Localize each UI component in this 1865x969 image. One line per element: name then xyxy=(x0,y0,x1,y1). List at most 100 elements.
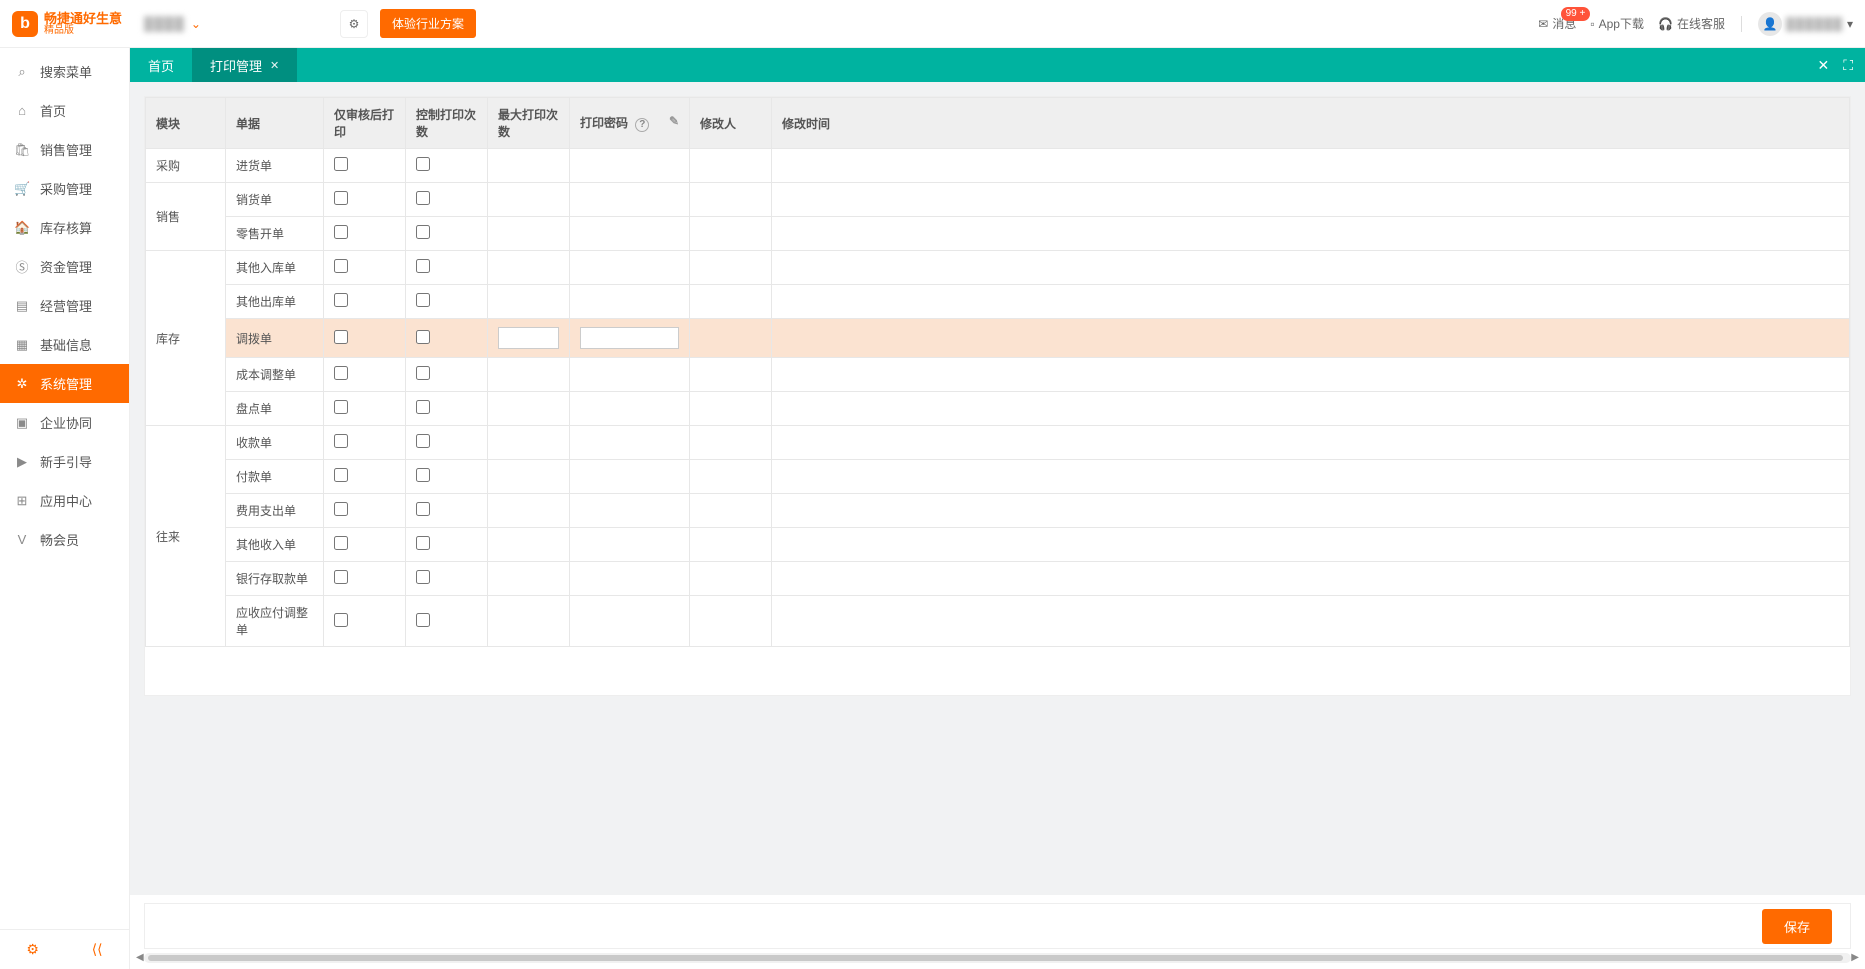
sidebar-item[interactable]: ▶新手引导 xyxy=(0,442,129,481)
limit-count-checkbox[interactable] xyxy=(416,613,430,627)
tab-bar: 首页打印管理✕ ✕ ⛶ xyxy=(130,48,1865,82)
col-modifier: 修改人 xyxy=(690,98,772,149)
avatar-icon: 👤 xyxy=(1758,12,1782,36)
audit-only-checkbox[interactable] xyxy=(334,613,348,627)
audit-only-checkbox[interactable] xyxy=(334,570,348,584)
message-badge: 99 + xyxy=(1561,7,1591,21)
sidebar-item[interactable]: ⌂首页 xyxy=(0,91,129,130)
modifier-cell xyxy=(690,358,772,392)
audit-only-checkbox[interactable] xyxy=(334,330,348,344)
max-count-cell xyxy=(488,358,570,392)
panel: 模块 单据 仅审核后打印 控制打印次数 最大打印次数 打印密码 ? ✎ xyxy=(144,96,1851,696)
sidebar-item[interactable]: ▤经营管理 xyxy=(0,286,129,325)
audit-only-checkbox[interactable] xyxy=(334,157,348,171)
main: 首页打印管理✕ ✕ ⛶ 模块 单据 仅 xyxy=(130,48,1865,969)
sidebar-icon: 🛍 xyxy=(14,142,30,158)
max-count-input[interactable] xyxy=(498,327,559,349)
audit-only-checkbox[interactable] xyxy=(334,468,348,482)
doc-name-cell: 其他入库单 xyxy=(226,251,324,285)
limit-count-checkbox[interactable] xyxy=(416,191,430,205)
tab-label: 首页 xyxy=(148,56,174,75)
limit-count-checkbox[interactable] xyxy=(416,259,430,273)
sidebar-item[interactable]: 🏠库存核算 xyxy=(0,208,129,247)
gear-icon[interactable]: ⚙ xyxy=(26,941,39,958)
modified-at-cell xyxy=(772,562,1850,596)
doc-name-cell: 进货单 xyxy=(226,149,324,183)
limit-count-checkbox[interactable] xyxy=(416,468,430,482)
audit-only-checkbox[interactable] xyxy=(334,502,348,516)
table-row: 盘点单 xyxy=(146,392,1850,426)
tab[interactable]: 打印管理✕ xyxy=(192,48,297,82)
tab[interactable]: 首页 xyxy=(130,48,192,82)
modified-at-cell xyxy=(772,494,1850,528)
horizontal-scrollbar[interactable]: ◀ ▶ xyxy=(144,953,1851,963)
help-icon[interactable]: ? xyxy=(635,118,649,132)
doc-name-cell: 收款单 xyxy=(226,426,324,460)
max-count-cell xyxy=(488,528,570,562)
scroll-right-icon[interactable]: ▶ xyxy=(1851,952,1859,963)
fullscreen-icon[interactable]: ⛶ xyxy=(1843,57,1853,74)
audit-only-checkbox[interactable] xyxy=(334,366,348,380)
max-count-cell xyxy=(488,183,570,217)
limit-count-checkbox[interactable] xyxy=(416,502,430,516)
modifier-cell xyxy=(690,494,772,528)
sidebar-icon: ⊞ xyxy=(14,493,30,509)
company-selector[interactable]: ████ ⌄ xyxy=(144,16,334,31)
sidebar-item[interactable]: V畅会员 xyxy=(0,520,129,559)
sidebar-item[interactable]: 🛍销售管理 xyxy=(0,130,129,169)
user-menu[interactable]: 👤 ██████ ▾ xyxy=(1758,12,1853,36)
online-support-link[interactable]: 🎧 在线客服 xyxy=(1658,15,1725,32)
messages-link[interactable]: ✉ 消息 99 + xyxy=(1538,15,1576,32)
limit-count-checkbox[interactable] xyxy=(416,293,430,307)
doc-name-cell: 盘点单 xyxy=(226,392,324,426)
password-cell xyxy=(570,426,690,460)
sidebar-item[interactable]: 🛒采购管理 xyxy=(0,169,129,208)
audit-only-checkbox[interactable] xyxy=(334,400,348,414)
sidebar-item[interactable]: ⊞应用中心 xyxy=(0,481,129,520)
module-cell: 采购 xyxy=(146,149,226,183)
industry-solution-button[interactable]: 体验行业方案 xyxy=(380,9,476,38)
sidebar-item[interactable]: ⌕搜索菜单 xyxy=(0,52,129,91)
module-cell: 销售 xyxy=(146,183,226,251)
max-count-cell xyxy=(488,319,570,358)
limit-count-checkbox[interactable] xyxy=(416,225,430,239)
settings-icon[interactable]: ⚙ xyxy=(340,10,368,38)
modifier-cell xyxy=(690,251,772,285)
audit-only-checkbox[interactable] xyxy=(334,293,348,307)
col-module: 模块 xyxy=(146,98,226,149)
sidebar-item[interactable]: ▦基础信息 xyxy=(0,325,129,364)
table-row: 零售开单 xyxy=(146,217,1850,251)
audit-only-checkbox[interactable] xyxy=(334,259,348,273)
close-all-tabs-icon[interactable]: ✕ xyxy=(1817,57,1829,74)
limit-count-checkbox[interactable] xyxy=(416,434,430,448)
modifier-cell xyxy=(690,528,772,562)
scroll-left-icon[interactable]: ◀ xyxy=(136,952,144,963)
audit-only-checkbox[interactable] xyxy=(334,434,348,448)
sidebar-item-label: 基础信息 xyxy=(40,335,92,354)
header-right: ✉ 消息 99 + ▫ App下载 🎧 在线客服 👤 ██████ ▾ xyxy=(1538,12,1853,36)
audit-only-checkbox[interactable] xyxy=(334,191,348,205)
sidebar-item[interactable]: ▣企业协同 xyxy=(0,403,129,442)
limit-count-checkbox[interactable] xyxy=(416,400,430,414)
limit-count-checkbox[interactable] xyxy=(416,157,430,171)
edit-icon[interactable]: ✎ xyxy=(669,114,679,128)
table-body: 采购进货单销售销货单零售开单库存其他入库单其他出库单调拨单成本调整单盘点单往来收… xyxy=(146,149,1850,647)
sidebar-icon: 🏠 xyxy=(14,220,30,236)
audit-only-checkbox[interactable] xyxy=(334,225,348,239)
sidebar-item-label: 企业协同 xyxy=(40,413,92,432)
app-download-link[interactable]: ▫ App下载 xyxy=(1590,15,1644,32)
password-input[interactable] xyxy=(580,327,679,349)
sidebar-item[interactable]: ✲系统管理 xyxy=(0,364,129,403)
save-button[interactable]: 保存 xyxy=(1762,909,1832,944)
collapse-icon[interactable]: ⟨⟨ xyxy=(92,941,103,958)
doc-name-cell: 销货单 xyxy=(226,183,324,217)
doc-name-cell: 其他出库单 xyxy=(226,285,324,319)
audit-only-checkbox[interactable] xyxy=(334,536,348,550)
limit-count-checkbox[interactable] xyxy=(416,330,430,344)
limit-count-checkbox[interactable] xyxy=(416,536,430,550)
sidebar-item[interactable]: Ⓢ资金管理 xyxy=(0,247,129,286)
limit-count-checkbox[interactable] xyxy=(416,570,430,584)
close-icon[interactable]: ✕ xyxy=(270,59,279,72)
sidebar-item-label: 经营管理 xyxy=(40,296,92,315)
limit-count-checkbox[interactable] xyxy=(416,366,430,380)
